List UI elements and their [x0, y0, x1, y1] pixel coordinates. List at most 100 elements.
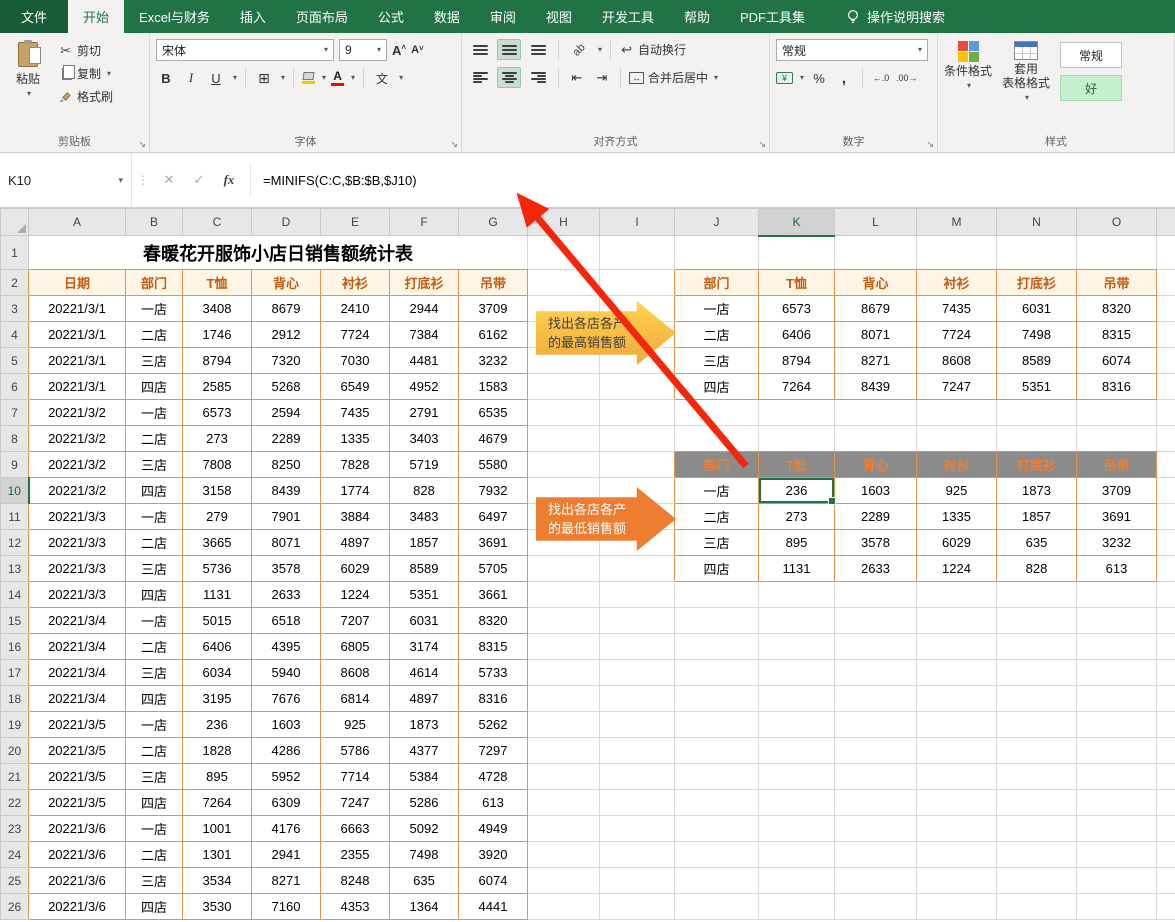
tab-view[interactable]: 视图: [531, 0, 587, 33]
cell-H8[interactable]: [528, 426, 600, 452]
cell-N18[interactable]: [997, 686, 1077, 712]
cell-B5[interactable]: 三店: [126, 348, 183, 374]
row-header-23[interactable]: 23: [1, 816, 29, 842]
cell-O20[interactable]: [1077, 738, 1157, 764]
cell-F16[interactable]: 3174: [390, 634, 459, 660]
cell-N9[interactable]: 打底衫: [997, 452, 1077, 478]
cell-C23[interactable]: 1001: [183, 816, 252, 842]
cell-J21[interactable]: [675, 764, 759, 790]
cell-N13[interactable]: 828: [997, 556, 1077, 582]
cell-B25[interactable]: 三店: [126, 868, 183, 894]
row-header-13[interactable]: 13: [1, 556, 29, 582]
cell-O5[interactable]: 6074: [1077, 348, 1157, 374]
cell-O26[interactable]: [1077, 894, 1157, 920]
column-header-H[interactable]: H: [528, 209, 600, 236]
cell-A21[interactable]: 20221/3/5: [29, 764, 126, 790]
cell-J19[interactable]: [675, 712, 759, 738]
cell-G26[interactable]: 4441: [459, 894, 528, 920]
cell-G10[interactable]: 7932: [459, 478, 528, 504]
cell-D21[interactable]: 5952: [252, 764, 321, 790]
cell-E9[interactable]: 7828: [321, 452, 390, 478]
cell-G22[interactable]: 613: [459, 790, 528, 816]
cell-F13[interactable]: 8589: [390, 556, 459, 582]
cell-A1-main-table-title[interactable]: 春暖花开服饰小店日销售额统计表: [29, 236, 528, 270]
cell-C24[interactable]: 1301: [183, 842, 252, 868]
cell-J1[interactable]: [675, 236, 759, 270]
row-header-11[interactable]: 11: [1, 504, 29, 530]
cell-B21[interactable]: 三店: [126, 764, 183, 790]
accounting-format-icon[interactable]: [776, 72, 793, 84]
decrease-font-size-button[interactable]: A˅: [411, 44, 424, 56]
decrease-indent-button[interactable]: [567, 68, 587, 88]
column-header-A[interactable]: A: [29, 209, 126, 236]
cell-N17[interactable]: [997, 660, 1077, 686]
cell-L8[interactable]: [835, 426, 917, 452]
font-name-select[interactable]: 宋体: [156, 39, 334, 61]
cell-M9[interactable]: 衬衫: [917, 452, 997, 478]
cell-O18[interactable]: [1077, 686, 1157, 712]
cell-O6[interactable]: 8316: [1077, 374, 1157, 400]
cell-N6[interactable]: 5351: [997, 374, 1077, 400]
cell-I18[interactable]: [600, 686, 675, 712]
cancel-button[interactable]: ✕: [154, 153, 184, 207]
cell-G2[interactable]: 吊带: [459, 270, 528, 296]
cell-O1[interactable]: [1077, 236, 1157, 270]
cell-J25[interactable]: [675, 868, 759, 894]
tab-page-layout[interactable]: 页面布局: [281, 0, 363, 33]
cell-C22[interactable]: 7264: [183, 790, 252, 816]
cell-H20[interactable]: [528, 738, 600, 764]
cell-M26[interactable]: [917, 894, 997, 920]
cell-G23[interactable]: 4949: [459, 816, 528, 842]
cell-G17[interactable]: 5733: [459, 660, 528, 686]
tab-formulas[interactable]: 公式: [363, 0, 419, 33]
cell-J18[interactable]: [675, 686, 759, 712]
cell-M1[interactable]: [917, 236, 997, 270]
cell-N1[interactable]: [997, 236, 1077, 270]
cell-D4[interactable]: 2912: [252, 322, 321, 348]
cell-F12[interactable]: 1857: [390, 530, 459, 556]
cell-D14[interactable]: 2633: [252, 582, 321, 608]
column-header-I[interactable]: I: [600, 209, 675, 236]
cell-K21[interactable]: [759, 764, 835, 790]
cell-N23[interactable]: [997, 816, 1077, 842]
tab-excel-finance[interactable]: Excel与财务: [124, 0, 225, 33]
cell-G19[interactable]: 5262: [459, 712, 528, 738]
cell-B23[interactable]: 一店: [126, 816, 183, 842]
cell-C17[interactable]: 6034: [183, 660, 252, 686]
cell-N10[interactable]: 1873: [997, 478, 1077, 504]
cell-G14[interactable]: 3661: [459, 582, 528, 608]
row-header-21[interactable]: 21: [1, 764, 29, 790]
cell-M13[interactable]: 1224: [917, 556, 997, 582]
cell-L24[interactable]: [835, 842, 917, 868]
cell-E6[interactable]: 6549: [321, 374, 390, 400]
row-header-15[interactable]: 15: [1, 608, 29, 634]
cell-E11[interactable]: 3884: [321, 504, 390, 530]
cell-F3[interactable]: 2944: [390, 296, 459, 322]
cell-D11[interactable]: 7901: [252, 504, 321, 530]
cell-O4[interactable]: 8315: [1077, 322, 1157, 348]
cell-C2[interactable]: T恤: [183, 270, 252, 296]
cell-K11[interactable]: 273: [759, 504, 835, 530]
cell-H7[interactable]: [528, 400, 600, 426]
cell-A14[interactable]: 20221/3/3: [29, 582, 126, 608]
cell-L15[interactable]: [835, 608, 917, 634]
cell-M2[interactable]: 衬衫: [917, 270, 997, 296]
cell-M6[interactable]: 7247: [917, 374, 997, 400]
row-header-7[interactable]: 7: [1, 400, 29, 426]
cell-F15[interactable]: 6031: [390, 608, 459, 634]
row-header-16[interactable]: 16: [1, 634, 29, 660]
cell-I1[interactable]: [600, 236, 675, 270]
row-header-14[interactable]: 14: [1, 582, 29, 608]
cell-C19[interactable]: 236: [183, 712, 252, 738]
percent-style-button[interactable]: %: [809, 68, 829, 88]
cell-G21[interactable]: 4728: [459, 764, 528, 790]
column-header-O[interactable]: O: [1077, 209, 1157, 236]
cell-C4[interactable]: 1746: [183, 322, 252, 348]
cell-F25[interactable]: 635: [390, 868, 459, 894]
cell-E12[interactable]: 4897: [321, 530, 390, 556]
cell-K5[interactable]: 8794: [759, 348, 835, 374]
cell-K4[interactable]: 6406: [759, 322, 835, 348]
font-dialog-launcher[interactable]: [450, 140, 458, 149]
row-header-18[interactable]: 18: [1, 686, 29, 712]
cell-N5[interactable]: 8589: [997, 348, 1077, 374]
